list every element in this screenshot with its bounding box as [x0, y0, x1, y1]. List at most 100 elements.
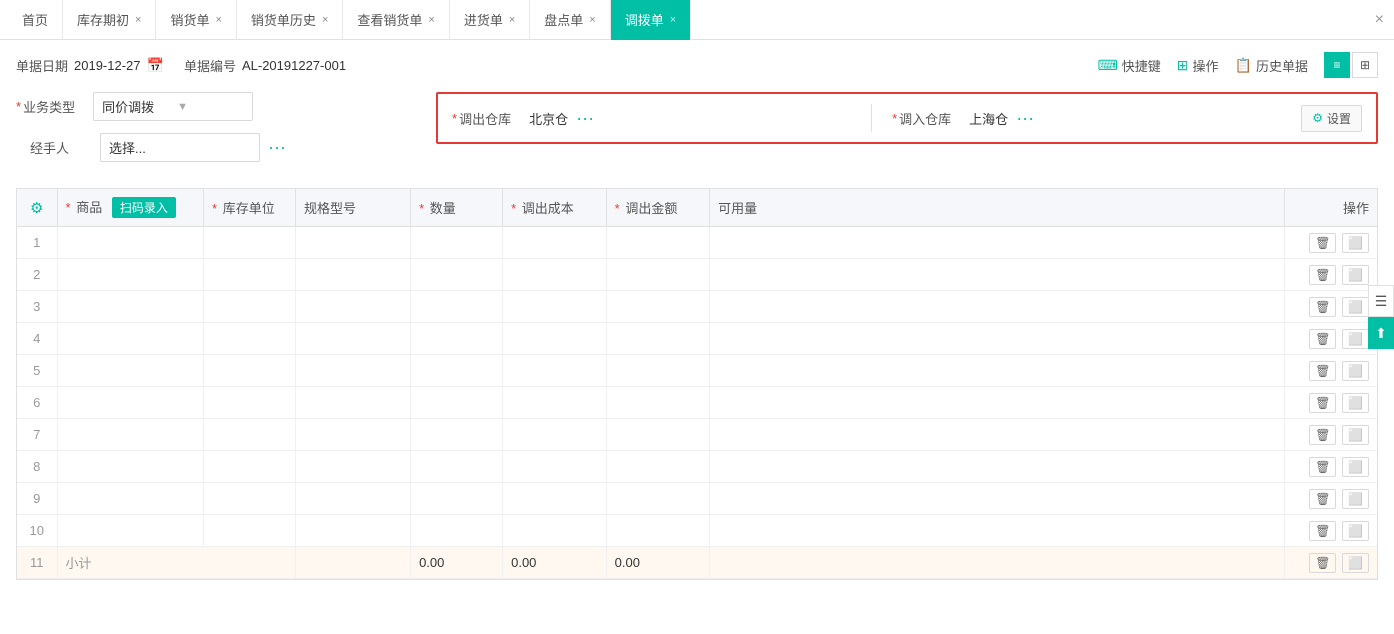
copy-btn[interactable]: ⬜ [1342, 265, 1369, 285]
product-cell[interactable] [57, 483, 204, 515]
quantity-cell[interactable] [411, 515, 503, 547]
available-cell[interactable] [710, 483, 1285, 515]
tab-home[interactable]: 首页 [8, 0, 63, 40]
unit-cell[interactable] [204, 323, 296, 355]
amount-cell[interactable] [606, 355, 710, 387]
delete-btn[interactable]: 🗑 [1309, 489, 1336, 509]
copy-btn[interactable]: ⬜ [1342, 233, 1369, 253]
spec-cell[interactable] [296, 419, 411, 451]
close-sales-order[interactable]: × [215, 14, 221, 26]
copy-btn[interactable]: ⬜ [1342, 393, 1369, 413]
product-cell[interactable] [57, 259, 204, 291]
tab-view-sales[interactable]: 查看销货单 × [343, 0, 449, 40]
amount-cell[interactable] [606, 227, 710, 259]
close-purchase-order[interactable]: × [509, 14, 515, 26]
spec-cell[interactable] [296, 387, 411, 419]
person-more-btn[interactable]: ··· [268, 137, 286, 158]
delete-btn[interactable]: 🗑 [1309, 425, 1336, 445]
cost-cell[interactable] [503, 355, 607, 387]
spec-cell[interactable] [296, 291, 411, 323]
history-btn[interactable]: 📋 历史单据 [1235, 56, 1308, 75]
spec-cell[interactable] [296, 515, 411, 547]
available-cell[interactable] [710, 291, 1285, 323]
spec-cell[interactable] [296, 483, 411, 515]
copy-btn[interactable]: ⬜ [1342, 329, 1369, 349]
quantity-cell[interactable] [411, 451, 503, 483]
close-inventory-init[interactable]: × [135, 14, 141, 26]
amount-cell[interactable] [606, 483, 710, 515]
float-export-btn[interactable]: ⬆ [1368, 317, 1394, 349]
close-transfer[interactable]: × [670, 14, 676, 26]
operations-btn[interactable]: ⊞ 操作 [1177, 56, 1219, 75]
close-sales-history[interactable]: × [322, 14, 328, 26]
copy-btn[interactable]: ⬜ [1342, 521, 1369, 541]
unit-cell[interactable] [204, 259, 296, 291]
available-cell[interactable] [710, 259, 1285, 291]
calendar-icon[interactable]: 📅 [147, 57, 164, 74]
quantity-cell[interactable] [411, 483, 503, 515]
available-cell[interactable] [710, 323, 1285, 355]
quantity-cell[interactable] [411, 259, 503, 291]
tab-bar-close-icon[interactable]: × [1375, 11, 1384, 29]
spec-cell[interactable] [296, 451, 411, 483]
amount-cell[interactable] [606, 291, 710, 323]
tab-transfer[interactable]: 调拨单 × [611, 0, 691, 40]
spec-cell[interactable] [296, 227, 411, 259]
unit-cell[interactable] [204, 291, 296, 323]
delete-btn[interactable]: 🗑 [1309, 457, 1336, 477]
cost-cell[interactable] [503, 419, 607, 451]
copy-btn[interactable]: ⬜ [1342, 361, 1369, 381]
product-cell[interactable] [57, 227, 204, 259]
amount-cell[interactable] [606, 387, 710, 419]
quantity-cell[interactable] [411, 355, 503, 387]
unit-cell[interactable] [204, 451, 296, 483]
amount-cell[interactable] [606, 515, 710, 547]
product-cell[interactable] [57, 419, 204, 451]
product-cell[interactable] [57, 355, 204, 387]
delete-btn[interactable]: 🗑 [1309, 521, 1336, 541]
cost-cell[interactable] [503, 387, 607, 419]
available-cell[interactable] [710, 227, 1285, 259]
out-warehouse-more-btn[interactable]: ··· [576, 108, 594, 129]
copy-btn[interactable]: ⬜ [1342, 297, 1369, 317]
available-cell[interactable] [710, 355, 1285, 387]
tab-inventory-check[interactable]: 盘点单 × [530, 0, 610, 40]
product-cell[interactable] [57, 451, 204, 483]
cost-cell[interactable] [503, 259, 607, 291]
amount-cell[interactable] [606, 259, 710, 291]
list-view-btn[interactable]: ≡ [1324, 52, 1350, 78]
product-cell[interactable] [57, 323, 204, 355]
tab-purchase-order[interactable]: 进货单 × [450, 0, 530, 40]
unit-cell[interactable] [204, 355, 296, 387]
cost-cell[interactable] [503, 291, 607, 323]
business-type-select[interactable]: 同价调拨 ▼ [93, 92, 253, 121]
quantity-cell[interactable] [411, 291, 503, 323]
unit-cell[interactable] [204, 227, 296, 259]
available-cell[interactable] [710, 419, 1285, 451]
amount-cell[interactable] [606, 419, 710, 451]
copy-btn[interactable]: ⬜ [1342, 457, 1369, 477]
spec-cell[interactable] [296, 323, 411, 355]
settings-button[interactable]: ⚙ 设置 [1301, 105, 1362, 132]
unit-cell[interactable] [204, 387, 296, 419]
cost-cell[interactable] [503, 483, 607, 515]
amount-cell[interactable] [606, 323, 710, 355]
copy-btn[interactable]: ⬜ [1342, 425, 1369, 445]
person-select[interactable]: 选择... [100, 133, 260, 162]
amount-cell[interactable] [606, 451, 710, 483]
product-cell[interactable] [57, 291, 204, 323]
spec-cell[interactable] [296, 259, 411, 291]
tab-sales-history[interactable]: 销货单历史 × [237, 0, 343, 40]
delete-btn[interactable]: 🗑 [1309, 233, 1336, 253]
delete-btn[interactable]: 🗑 [1309, 553, 1336, 573]
close-view-sales[interactable]: × [428, 14, 434, 26]
in-warehouse-more-btn[interactable]: ··· [1016, 108, 1034, 129]
scan-button[interactable]: 扫码录入 [112, 197, 176, 218]
copy-btn[interactable]: ⬜ [1342, 553, 1369, 573]
product-cell[interactable] [57, 515, 204, 547]
available-cell[interactable] [710, 515, 1285, 547]
quantity-cell[interactable] [411, 387, 503, 419]
tab-inventory-init[interactable]: 库存期初 × [63, 0, 156, 40]
quantity-cell[interactable] [411, 323, 503, 355]
cost-cell[interactable] [503, 227, 607, 259]
